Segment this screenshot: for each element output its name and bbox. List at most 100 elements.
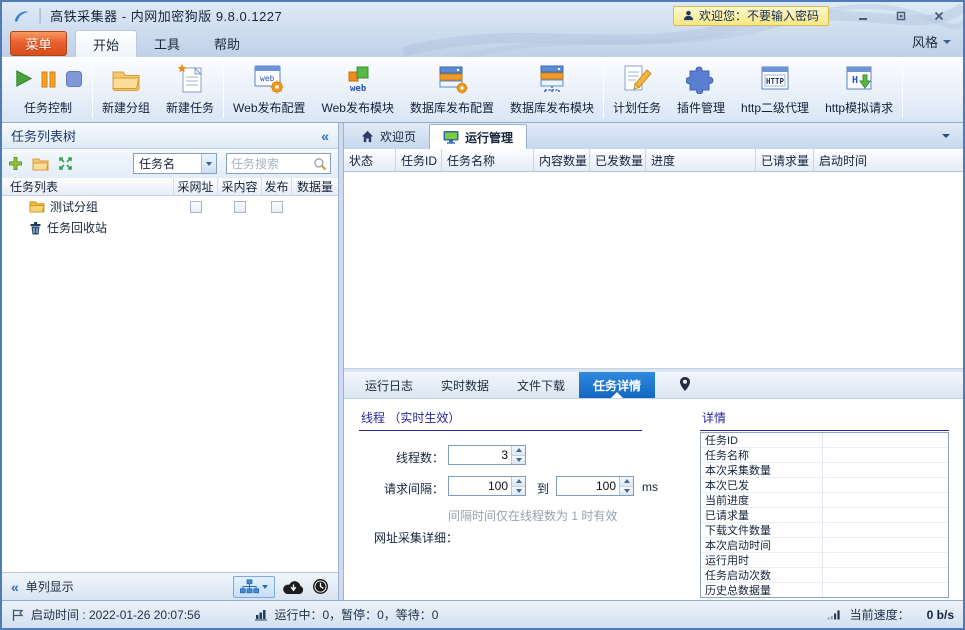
filter-type-dropdown[interactable]: 任务名	[133, 153, 217, 174]
svg-text:HTTP: HTTP	[766, 77, 785, 86]
task-search-input[interactable]	[227, 156, 313, 171]
app-logo-icon	[12, 7, 30, 25]
svg-text:H: H	[852, 75, 858, 86]
tab-welcome[interactable]: 欢迎页	[348, 124, 429, 149]
statusbar: 启动时间 : 2022-01-26 20:07:56 运行中：0，暂停：0，等待…	[2, 600, 963, 628]
restore-button[interactable]	[893, 9, 909, 23]
minimize-button[interactable]	[855, 9, 871, 23]
window-controls	[855, 9, 947, 23]
ribbon-tab-help[interactable]: 帮助	[197, 30, 257, 57]
scheduled-task-button[interactable]: 计划任务	[605, 59, 669, 121]
expand-all-icon[interactable]	[58, 156, 73, 171]
col-published-count[interactable]: 已发数量	[590, 149, 646, 171]
col-progress[interactable]: 进度	[646, 149, 756, 171]
close-button[interactable]	[931, 9, 947, 23]
db-publish-module-button[interactable]: 数据库发布模块	[502, 59, 602, 121]
detail-row: 当前进度	[701, 493, 948, 508]
col-task-id[interactable]: 任务ID	[396, 149, 442, 171]
pause-task-button[interactable]	[40, 69, 58, 89]
tree-empty-area	[2, 238, 338, 572]
http-simulate-button[interactable]: H http模拟请求	[817, 59, 901, 121]
signal-bars-icon	[827, 609, 843, 620]
titlebar: | 高铁采集器 - 内网加密狗版 9.8.0.1227 欢迎您：不要输入密码	[2, 2, 963, 29]
spin-up-button[interactable]	[620, 477, 633, 487]
interval-from-input[interactable]	[449, 477, 511, 495]
tab-task-detail[interactable]: 任务详情	[579, 372, 656, 398]
tree-col-task-list[interactable]: 任务列表	[2, 178, 174, 195]
tree-row-recycle-bin[interactable]: 任务回收站	[2, 217, 338, 238]
org-chart-icon	[240, 579, 259, 594]
tree-col-data-count[interactable]: 数据量	[292, 178, 338, 195]
spin-down-button[interactable]	[512, 486, 525, 495]
detail-row: 任务名称	[701, 448, 948, 463]
ribbon-tab-start[interactable]: 开始	[75, 30, 138, 57]
pin-icon[interactable]	[679, 372, 691, 398]
detail-value	[823, 538, 948, 552]
thread-section-title: 线程 （实时生效）	[359, 409, 642, 431]
ribbon-separator	[902, 62, 904, 118]
spin-up-button[interactable]	[512, 477, 525, 487]
dropdown-button[interactable]	[201, 154, 216, 173]
tree-view-mode-button[interactable]	[233, 575, 275, 598]
new-task-button[interactable]: 新建任务	[158, 59, 222, 121]
window-title: 高铁采集器 - 内网加密狗版 9.8.0.1227	[50, 9, 283, 24]
ribbon-separator	[92, 62, 93, 118]
spin-up-button[interactable]	[512, 446, 525, 456]
style-dropdown[interactable]: 风格	[912, 32, 955, 57]
clock-icon[interactable]	[312, 578, 329, 595]
collapse-left-icon[interactable]: «	[11, 580, 19, 594]
collect-content-checkbox[interactable]	[234, 200, 246, 213]
window-header: | 高铁采集器 - 内网加密狗版 9.8.0.1227 欢迎您：不要输入密码 菜…	[2, 2, 963, 57]
tree-col-collect-content[interactable]: 采内容	[218, 178, 262, 195]
col-request-count[interactable]: 已请求量	[756, 149, 814, 171]
url-collect-detail-label: 网址采集详细：	[374, 531, 459, 545]
db-publish-config-button[interactable]: 数据库发布配置	[402, 59, 502, 121]
start-time-text: 启动时间 : 2022-01-26 20:07:56	[31, 608, 201, 622]
tab-file-download[interactable]: 文件下载	[503, 372, 579, 398]
menu-button[interactable]: 菜单	[10, 31, 67, 56]
spin-down-button[interactable]	[512, 455, 525, 464]
stop-task-button[interactable]	[64, 69, 84, 89]
tree-row-test-group[interactable]: 测试分组	[2, 196, 338, 217]
web-publish-config-button[interactable]: web Web发布配置	[225, 59, 313, 121]
svg-text:web: web	[350, 84, 367, 94]
interval-to-input[interactable]	[557, 477, 619, 495]
title-divider: |	[38, 6, 43, 24]
collect-url-checkbox[interactable]	[190, 200, 202, 213]
add-icon[interactable]	[8, 156, 23, 171]
tab-overflow-icon[interactable]	[942, 134, 950, 138]
cloud-download-icon[interactable]	[282, 579, 305, 595]
detail-row: 下载文件数量	[701, 523, 948, 538]
style-label: 风格	[911, 35, 938, 50]
plugin-manager-button[interactable]: 插件管理	[669, 59, 733, 121]
start-task-button[interactable]	[13, 68, 34, 89]
task-tree-title: 任务列表树	[11, 129, 77, 144]
thread-count-input[interactable]	[449, 446, 511, 464]
collapse-panel-icon[interactable]: «	[321, 129, 329, 143]
col-start-time[interactable]: 启动时间	[814, 149, 963, 171]
tree-col-publish[interactable]: 发布	[262, 178, 292, 195]
web-publish-module-button[interactable]: web Web发布模块	[314, 59, 402, 121]
col-task-name[interactable]: 任务名称	[442, 149, 534, 171]
tab-realtime-data[interactable]: 实时数据	[427, 372, 503, 398]
http-proxy-button[interactable]: HTTP http二级代理	[733, 59, 817, 121]
tree-row-label: 任务回收站	[47, 221, 108, 235]
publish-checkbox[interactable]	[271, 200, 283, 213]
col-status[interactable]: 状态	[344, 149, 396, 171]
tab-run-log[interactable]: 运行日志	[351, 372, 427, 398]
monitor-icon	[443, 130, 459, 144]
tab-run-management[interactable]: 运行管理	[429, 124, 528, 149]
new-group-button[interactable]: 新建分组	[94, 59, 158, 121]
folder-small-icon[interactable]	[32, 157, 49, 171]
col-content-count[interactable]: 内容数量	[534, 149, 590, 171]
tree-col-collect-url[interactable]: 采网址	[174, 178, 218, 195]
search-icon[interactable]	[313, 157, 330, 171]
spin-down-button[interactable]	[620, 486, 633, 495]
ribbon-tab-tools[interactable]: 工具	[137, 30, 197, 57]
task-grid-body	[344, 172, 963, 368]
flag-icon	[11, 608, 25, 622]
detail-value	[823, 463, 948, 477]
interval-from-spinner	[448, 476, 526, 496]
ribbon: 任务控制 新建分组 新建任务 web Web发布配置 web Web发布模块 数…	[2, 57, 963, 123]
single-column-label[interactable]: 单列显示	[26, 578, 74, 595]
